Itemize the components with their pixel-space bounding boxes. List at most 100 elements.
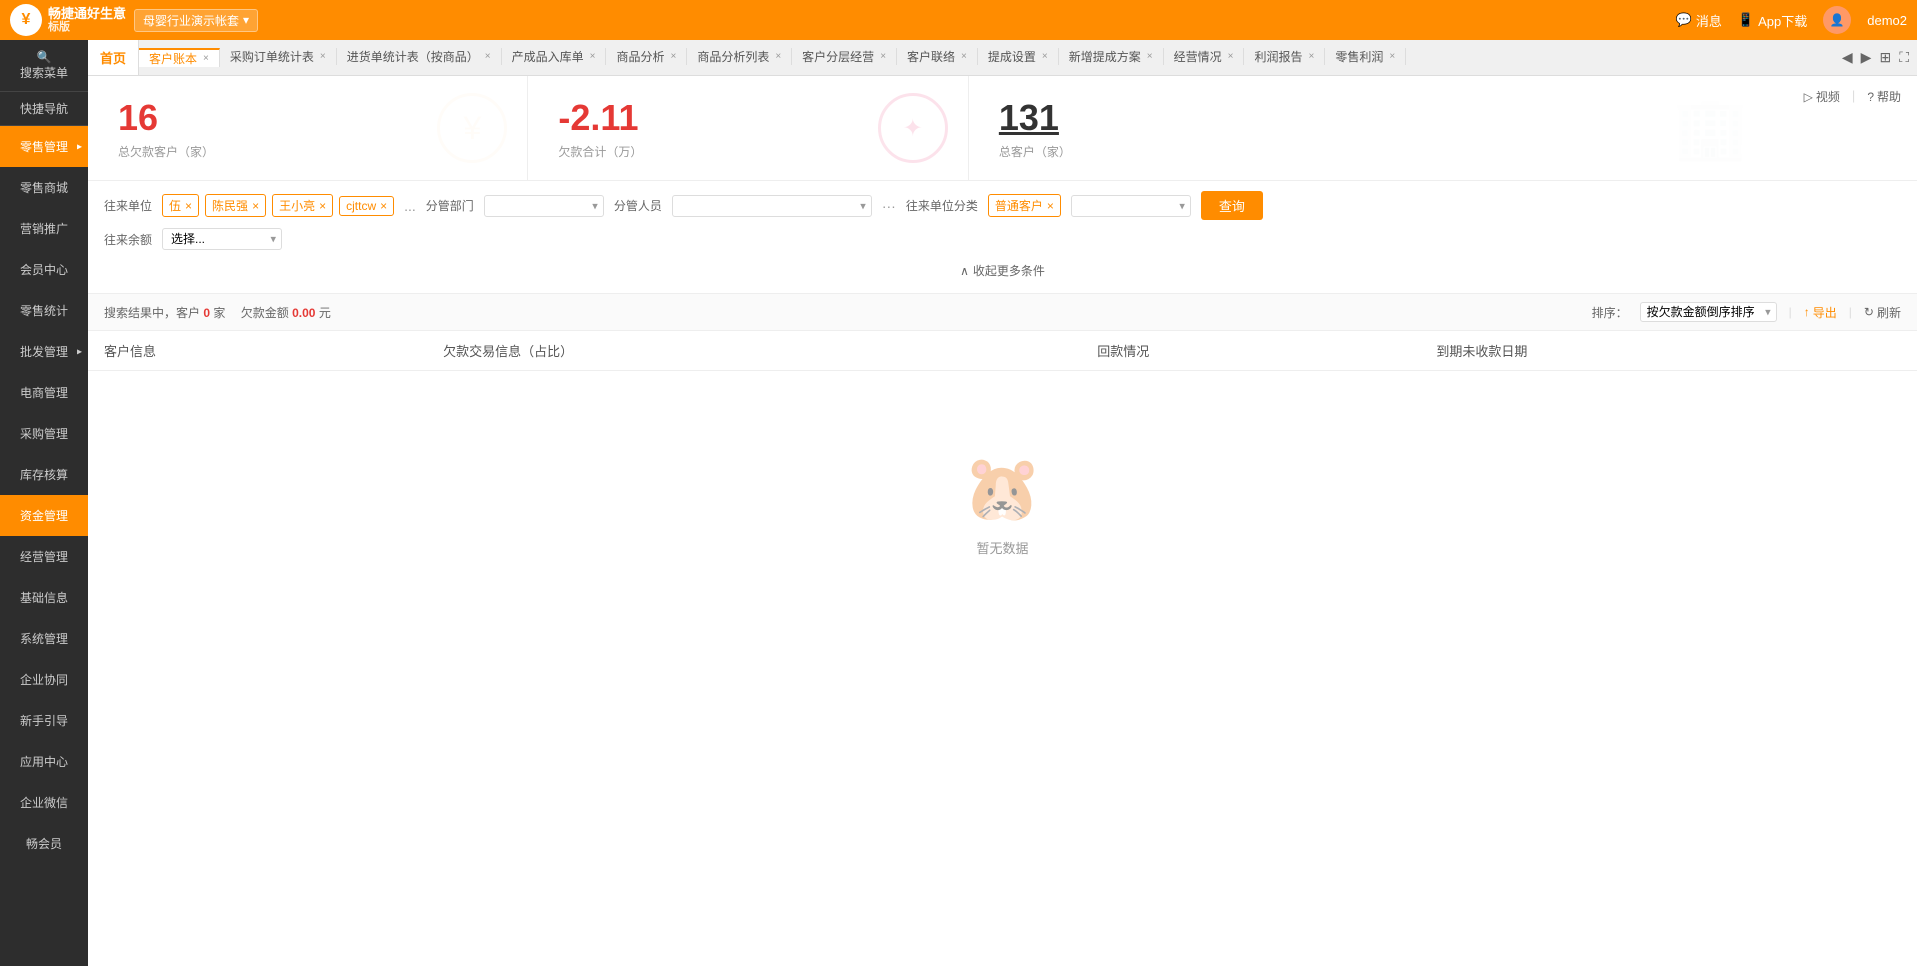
tab-close-goods-analysis[interactable]: ×: [670, 51, 676, 62]
sidebar-item-operation[interactable]: 经营管理: [0, 536, 88, 577]
filter-row-2: 往来余额 选择...: [104, 228, 1901, 250]
tab-close-customer-contact[interactable]: ×: [961, 51, 967, 62]
result-count: 0: [203, 306, 210, 320]
help-link[interactable]: ? 帮助: [1867, 88, 1901, 105]
tab-new-achieve[interactable]: 新增提成方案×: [1059, 48, 1164, 65]
video-link[interactable]: ▷ 视频: [1804, 88, 1840, 105]
tab-home[interactable]: 首页: [88, 40, 139, 75]
sidebar-item-basic-info[interactable]: 基础信息: [0, 577, 88, 618]
sidebar-item-purchase[interactable]: 采购管理: [0, 413, 88, 454]
dept-select[interactable]: [484, 195, 604, 217]
tab-close-new-achieve[interactable]: ×: [1147, 51, 1153, 62]
query-button[interactable]: 查询: [1201, 191, 1263, 220]
tab-customer-contact[interactable]: 客户联络×: [897, 48, 978, 65]
sidebar-item-vip[interactable]: 畅会员: [0, 823, 88, 864]
col-客户信息: 客户信息: [88, 331, 427, 371]
total-customers-number: 131: [999, 96, 1758, 139]
tab-close-cost-stock[interactable]: ×: [590, 51, 596, 62]
top-bar-left: ¥ 畅捷通好生意 标版 母婴行业演示帐套 ▾: [10, 4, 258, 36]
collapse-btn[interactable]: 收起更多条件: [104, 258, 1901, 283]
export-btn[interactable]: ↑ 导出: [1804, 304, 1837, 321]
sidebar-item-new-guide[interactable]: 新手引导: [0, 700, 88, 741]
remainder-select[interactable]: 选择...: [162, 228, 282, 250]
tab-close-goods-analysis-list[interactable]: ×: [775, 51, 781, 62]
page-content: ¥ 16 总欠款客户（家） ✦ -2.11 欠款合计（万） 🏢 13: [88, 76, 1917, 966]
tab-accounts[interactable]: 客户账本×: [139, 48, 220, 67]
sidebar-item-retail-mall[interactable]: 零售商城: [0, 167, 88, 208]
logo-area: ¥ 畅捷通好生意 标版: [10, 4, 126, 36]
tab-purchase-order[interactable]: 采购订单统计表×: [220, 48, 337, 65]
unit-type-tag-close[interactable]: ×: [1047, 199, 1054, 213]
person-more-btn[interactable]: ···: [882, 198, 896, 214]
filter-tag-close-陈民强[interactable]: ×: [252, 199, 259, 213]
sidebar-item-retail-stats[interactable]: 零售统计: [0, 290, 88, 331]
tab-cost-stock[interactable]: 产成品入库单×: [502, 48, 607, 65]
message-btn[interactable]: 💬 消息: [1676, 11, 1722, 30]
sort-label: 排序：: [1592, 304, 1628, 321]
sidebar-item-inventory[interactable]: 库存核算: [0, 454, 88, 495]
tab-prev-icon[interactable]: ◀: [1840, 47, 1855, 68]
tab-close-purchase-order[interactable]: ×: [320, 51, 326, 62]
tab-close-customer-tier[interactable]: ×: [880, 51, 886, 62]
sidebar-item-app-center[interactable]: 应用中心: [0, 741, 88, 782]
stat-credit-total: ✦ -2.11 欠款合计（万）: [528, 76, 968, 180]
avatar[interactable]: 👤: [1823, 6, 1851, 34]
tab-close-profit-report[interactable]: ×: [1308, 51, 1314, 62]
sidebar-search[interactable]: 🔍 搜索菜单: [0, 40, 88, 92]
person-select-wrapper: [672, 195, 872, 217]
sidebar-item-ecommerce[interactable]: 电商管理: [0, 372, 88, 413]
tab-close-biz-status[interactable]: ×: [1228, 51, 1234, 62]
tab-biz-status[interactable]: 经营情况×: [1164, 48, 1245, 65]
sidebar: 🔍 搜索菜单 快捷导航 零售管理零售商城营销推广会员中心零售统计批发管理电商管理…: [0, 40, 88, 966]
sort-select[interactable]: 按欠款金额倒序排序: [1640, 302, 1777, 322]
tab-retail-profit[interactable]: 零售利润×: [1325, 48, 1406, 65]
filter-tag-cjttcw: cjttcw×: [339, 196, 394, 216]
tab-customer-tier[interactable]: 客户分层经营×: [792, 48, 897, 65]
sidebar-items: 零售管理零售商城营销推广会员中心零售统计批发管理电商管理采购管理库存核算资金管理…: [0, 126, 88, 864]
sidebar-item-marketing[interactable]: 营销推广: [0, 208, 88, 249]
tab-expand-icon[interactable]: ⊞: [1877, 47, 1893, 68]
sidebar-quicknav[interactable]: 快捷导航: [0, 92, 88, 126]
tab-close-improve-settings[interactable]: ×: [1042, 51, 1048, 62]
tab-improve-settings[interactable]: 提成设置×: [978, 48, 1059, 65]
filter-more-btn[interactable]: ...: [404, 198, 416, 214]
refresh-btn[interactable]: ↻ 刷新: [1864, 304, 1901, 321]
tab-purchase-stats[interactable]: 进货单统计表（按商品）×: [337, 48, 502, 65]
person-input[interactable]: [672, 195, 872, 217]
tab-next-icon[interactable]: ▶: [1859, 47, 1874, 68]
sidebar-item-batch-manage[interactable]: 批发管理: [0, 331, 88, 372]
sidebar-item-member-center[interactable]: 会员中心: [0, 249, 88, 290]
unit-type-select[interactable]: [1071, 195, 1191, 217]
tab-profit-report[interactable]: 利润报告×: [1244, 48, 1325, 65]
logo-icon: ¥: [10, 4, 42, 36]
filter-tag-close-王小亮[interactable]: ×: [319, 199, 326, 213]
sidebar-item-capital[interactable]: 资金管理: [0, 495, 88, 536]
filter-tag-伍: 伍×: [162, 194, 199, 217]
sidebar-item-enterprise-wx[interactable]: 企业微信: [0, 782, 88, 823]
username-label[interactable]: demo2: [1867, 13, 1907, 28]
unit-type-label: 往来单位分类: [906, 197, 978, 214]
tab-close-purchase-stats[interactable]: ×: [485, 51, 491, 62]
empty-icon: 🐹: [963, 451, 1043, 526]
version-select[interactable]: 母婴行业演示帐套 ▾: [134, 9, 258, 32]
filter-tag-close-伍[interactable]: ×: [185, 199, 192, 213]
tab-goods-analysis-list[interactable]: 商品分析列表×: [687, 48, 792, 65]
sidebar-item-retail-manage[interactable]: 零售管理: [0, 126, 88, 167]
divider-1: |: [1789, 305, 1792, 319]
building-icon: 🏢: [1673, 93, 1748, 164]
logo-sub: 标版: [48, 21, 126, 34]
stat-total-customers: 🏢 131 总客户（家）: [969, 76, 1788, 180]
remainder-select-wrapper: 选择...: [162, 228, 282, 250]
filter-tag-close-cjttcw[interactable]: ×: [380, 199, 387, 213]
col-回款情况: 回款情况: [1081, 331, 1420, 371]
tab-goods-analysis[interactable]: 商品分析×: [606, 48, 687, 65]
sidebar-item-enterprise[interactable]: 企业协同: [0, 659, 88, 700]
tab-fullscreen-icon[interactable]: ⛶: [1897, 47, 1911, 68]
tab-close-accounts[interactable]: ×: [203, 53, 209, 64]
tab-bar-actions: ◀ ▶ ⊞ ⛶: [1834, 47, 1917, 68]
tab-close-retail-profit[interactable]: ×: [1389, 51, 1395, 62]
app-download-btn[interactable]: 📱 App下载: [1738, 11, 1807, 30]
help-icon: ?: [1867, 90, 1874, 104]
sidebar-item-system[interactable]: 系统管理: [0, 618, 88, 659]
refresh-icon: ↻: [1864, 305, 1874, 319]
